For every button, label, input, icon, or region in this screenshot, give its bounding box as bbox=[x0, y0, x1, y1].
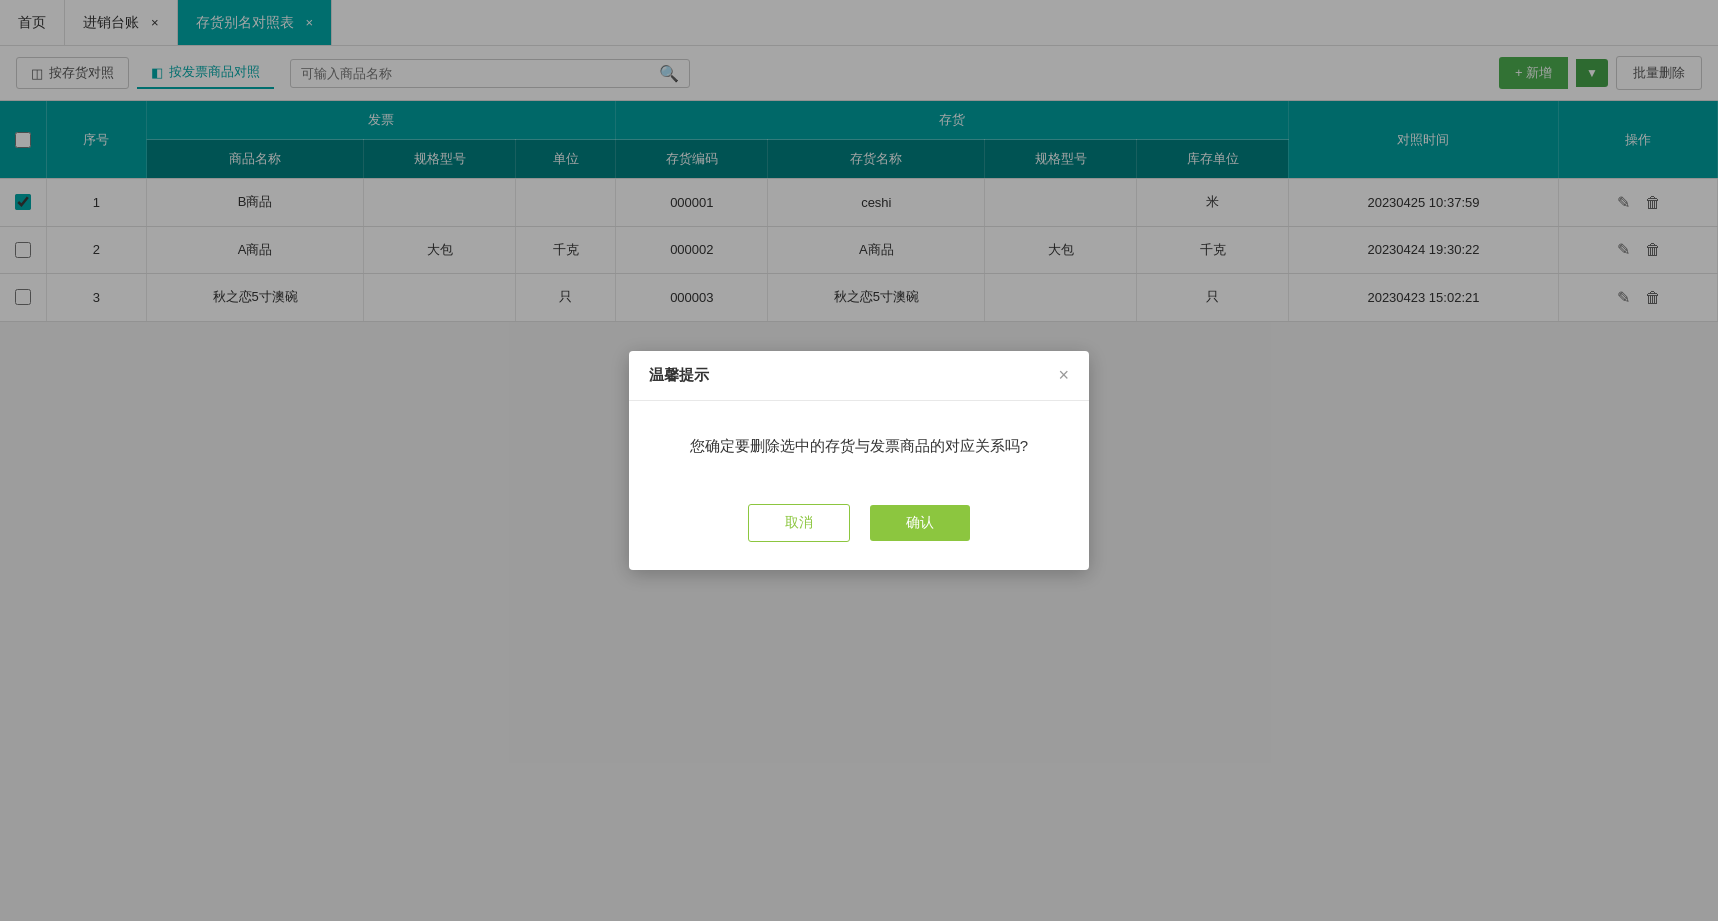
modal-close-btn[interactable]: × bbox=[1058, 365, 1069, 386]
modal-cancel-btn[interactable]: 取消 bbox=[748, 504, 850, 542]
modal-header: 温馨提示 × bbox=[629, 351, 1089, 401]
modal-message: 您确定要删除选中的存货与发票商品的对应关系吗? bbox=[690, 437, 1028, 454]
modal-title: 温馨提示 bbox=[649, 366, 709, 385]
modal-body: 您确定要删除选中的存货与发票商品的对应关系吗? bbox=[629, 401, 1089, 484]
modal-footer: 取消 确认 bbox=[629, 484, 1089, 570]
modal-overlay: 温馨提示 × 您确定要删除选中的存货与发票商品的对应关系吗? 取消 确认 bbox=[0, 0, 1718, 921]
modal-confirm-btn[interactable]: 确认 bbox=[870, 505, 970, 541]
confirm-dialog: 温馨提示 × 您确定要删除选中的存货与发票商品的对应关系吗? 取消 确认 bbox=[629, 351, 1089, 570]
